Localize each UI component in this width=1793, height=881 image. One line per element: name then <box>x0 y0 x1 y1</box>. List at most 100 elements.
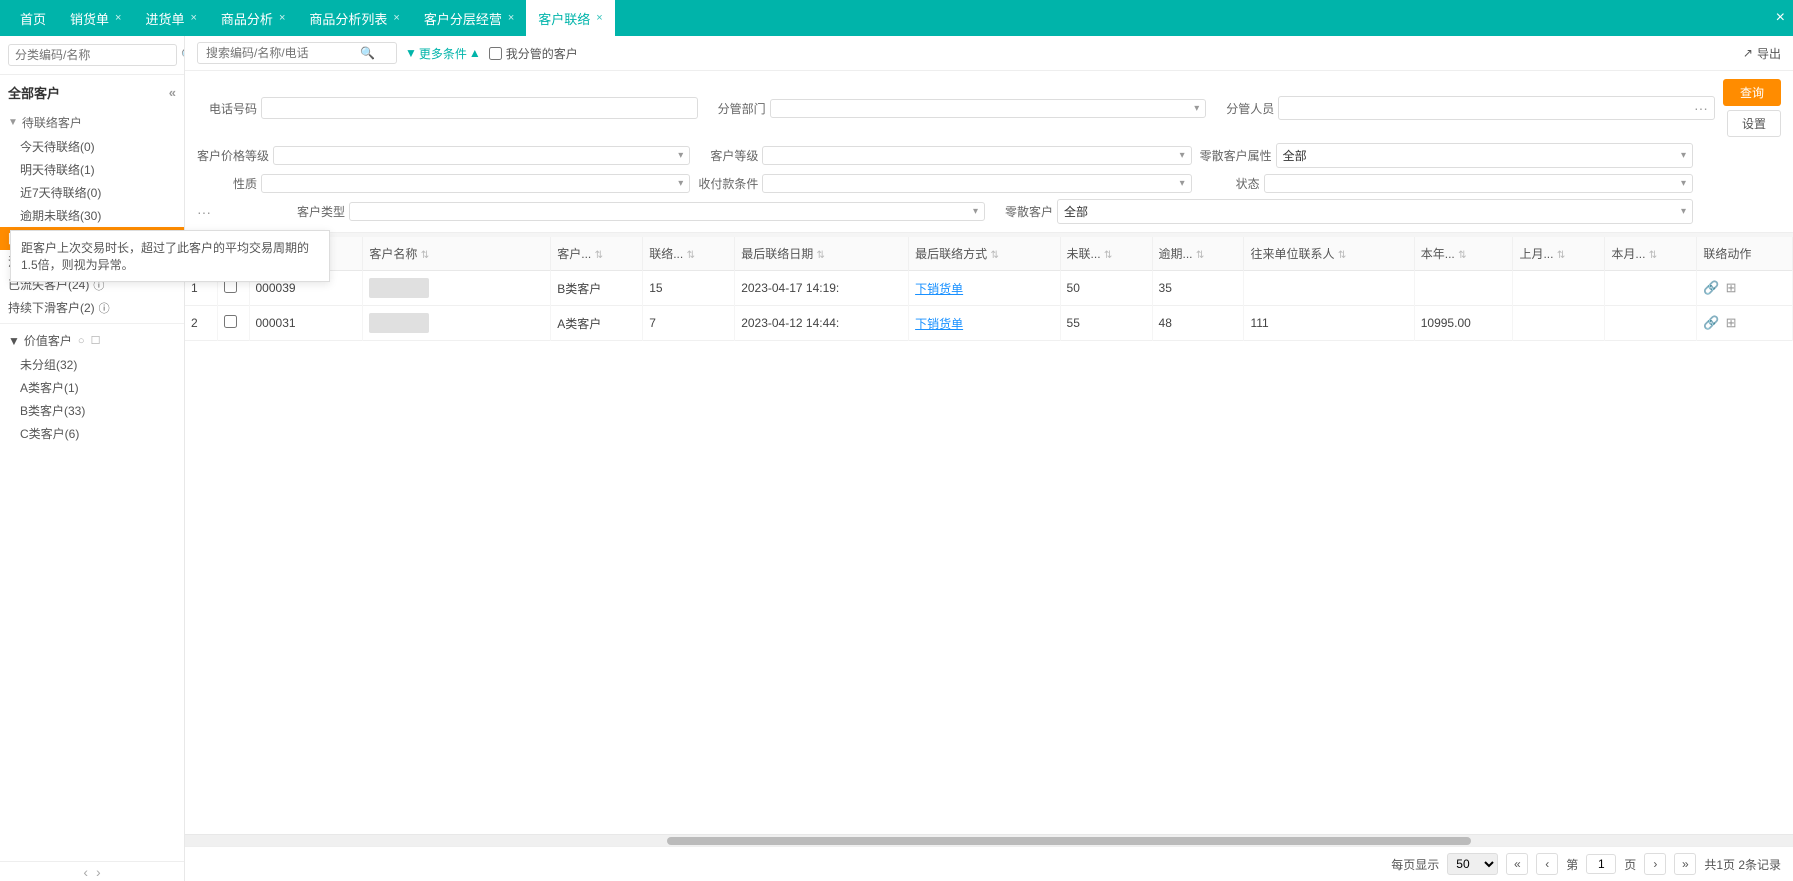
sidebar-item-declining[interactable]: 持续下滑客户(2) ⓘ <box>0 296 184 319</box>
th-this-year[interactable]: 本年... ⇅ <box>1414 237 1513 271</box>
sort-contact-icon: ⇅ <box>687 250 695 261</box>
td-name-2 <box>363 306 551 341</box>
close-segments-icon[interactable]: × <box>508 12 514 24</box>
page-number-input[interactable] <box>1586 854 1616 874</box>
row4-dots-icon[interactable]: ··· <box>197 204 211 220</box>
th-last-month[interactable]: 上月... ⇅ <box>1513 237 1605 271</box>
field-price-grade: 客户价格等级 ▾ <box>197 146 690 165</box>
th-contact2[interactable]: 往来单位联系人 ⇅ <box>1244 237 1414 271</box>
person-select[interactable]: ··· <box>1278 96 1715 120</box>
th-uncontact[interactable]: 未联... ⇅ <box>1060 237 1152 271</box>
more-conditions-btn[interactable]: ▼ 更多条件 ▲ <box>405 45 481 62</box>
first-page-btn[interactable]: « <box>1506 853 1528 875</box>
nature-select[interactable]: ▾ <box>261 174 690 193</box>
nav-home[interactable]: 首页 <box>8 0 58 36</box>
status-chevron-icon: ▾ <box>1681 178 1686 189</box>
retail-attr-chevron-icon: ▾ <box>1681 150 1686 161</box>
nav-product-list[interactable]: 商品分析列表 × <box>297 0 411 36</box>
sidebar-group-value[interactable]: ▼ 价值客户 ○ ☐ <box>0 328 184 353</box>
status-select[interactable]: ▾ <box>1264 174 1693 193</box>
sidebar-tree: ▼ 待联络客户 今天待联络(0) 明天待联络(1) 近7天待联络(0) 逾期未联… <box>0 106 184 861</box>
main-search-input[interactable] <box>206 46 356 60</box>
action-link-2-icon[interactable]: 🔗 <box>1703 315 1719 331</box>
th-contact[interactable]: 联络... ⇅ <box>643 237 735 271</box>
scrollbar-thumb[interactable] <box>667 837 1471 845</box>
export-button[interactable]: ↗ 导出 <box>1743 45 1781 62</box>
sidebar-left-icon[interactable]: ‹ <box>83 864 88 880</box>
settings-value-group-icon[interactable]: ☐ <box>91 334 101 347</box>
customer-grade-chevron-icon: ▾ <box>1180 150 1185 161</box>
action-grid-2-icon[interactable]: ⊞ <box>1726 315 1737 331</box>
nav-product-analysis[interactable]: 商品分析 × <box>209 0 297 36</box>
retail-customer-select[interactable]: 全部 ▾ <box>1057 199 1693 224</box>
sidebar-search-input[interactable] <box>8 44 177 66</box>
payment-select[interactable]: ▾ <box>762 174 1191 193</box>
per-page-select[interactable]: 20 50 100 <box>1447 853 1498 875</box>
sidebar-item-7days[interactable]: 近7天待联络(0) <box>0 181 184 204</box>
edit-value-group-icon[interactable]: ○ <box>78 335 85 347</box>
top-nav: 首页 销货单 × 进货单 × 商品分析 × 商品分析列表 × 客户分层经营 × … <box>0 0 1793 36</box>
th-this-month[interactable]: 本月... ⇅ <box>1605 237 1697 271</box>
nav-sales[interactable]: 销货单 × <box>58 0 133 36</box>
divider <box>0 323 184 324</box>
sidebar-item-classB[interactable]: B类客户(33) <box>0 399 184 422</box>
nav-customer-segments[interactable]: 客户分层经营 × <box>412 0 526 36</box>
total-pages-label: 页 <box>1624 856 1636 873</box>
th-overdue[interactable]: 逾期... ⇅ <box>1152 237 1244 271</box>
sidebar-root-label: 全部客户 <box>8 83 60 102</box>
nav-customer-contact[interactable]: 客户联络 × <box>526 0 614 36</box>
export-icon: ↗ <box>1743 46 1753 60</box>
close-contact-icon[interactable]: × <box>596 12 602 24</box>
sort-uncontact-icon: ⇅ <box>1104 250 1112 261</box>
customer-grade-select[interactable]: ▾ <box>762 146 1191 165</box>
field-nature: 性质 ▾ <box>197 174 690 193</box>
sidebar-item-classA[interactable]: A类客户(1) <box>0 376 184 399</box>
th-name[interactable]: 客户名称 ⇅ <box>363 237 551 271</box>
row2-checkbox[interactable] <box>224 315 237 328</box>
sidebar-item-classC[interactable]: C类客户(6) <box>0 422 184 445</box>
sidebar-item-ungroup[interactable]: 未分组(32) <box>0 353 184 376</box>
sort-name-icon: ⇅ <box>421 250 429 261</box>
sidebar-collapse-icon[interactable]: « <box>169 85 176 100</box>
close-all-icon[interactable]: × <box>1776 9 1785 27</box>
td-type-2: A类客户 <box>551 306 643 341</box>
sidebar-item-tomorrow[interactable]: 明天待联络(1) <box>0 158 184 181</box>
td-lastmethod-2[interactable]: 下销货单 <box>909 306 1060 341</box>
nav-purchase[interactable]: 进货单 × <box>133 0 208 36</box>
sidebar-item-overdue[interactable]: 逾期未联络(30) <box>0 204 184 227</box>
td-lastmethod-1[interactable]: 下销货单 <box>909 271 1060 306</box>
query-button[interactable]: 查询 <box>1723 79 1781 106</box>
retail-attr-select[interactable]: 全部 ▾ <box>1276 143 1693 168</box>
sort-type-icon: ⇅ <box>595 250 603 261</box>
main-search-icon[interactable]: 🔍 <box>360 46 375 60</box>
close-purchase-icon[interactable]: × <box>190 12 196 24</box>
th-last-method[interactable]: 最后联络方式 ⇅ <box>909 237 1060 271</box>
action-link-1-icon[interactable]: 🔗 <box>1703 280 1719 296</box>
next-page-btn[interactable]: › <box>1644 853 1666 875</box>
prev-page-btn[interactable]: ‹ <box>1536 853 1558 875</box>
sidebar-right-icon[interactable]: › <box>96 864 101 880</box>
td-uncontact-2: 55 <box>1060 306 1152 341</box>
close-product-analysis-icon[interactable]: × <box>279 12 285 24</box>
my-customers-checkbox-label[interactable]: 我分管的客户 <box>489 45 578 62</box>
person-dots-icon[interactable]: ··· <box>1694 100 1708 116</box>
sidebar-item-today[interactable]: 今天待联络(0) <box>0 135 184 158</box>
last-page-btn[interactable]: » <box>1674 853 1696 875</box>
price-grade-select[interactable]: ▾ <box>273 146 690 165</box>
settings-button[interactable]: 设置 <box>1727 110 1781 137</box>
sidebar-group-pending[interactable]: ▼ 待联络客户 <box>0 110 184 135</box>
action-grid-1-icon[interactable]: ⊞ <box>1726 280 1737 296</box>
th-type[interactable]: 客户... ⇅ <box>551 237 643 271</box>
customer-type-select[interactable]: ▾ <box>349 202 985 221</box>
th-last-date[interactable]: 最后联络日期 ⇅ <box>735 237 909 271</box>
data-table: ⚙ 客户编码 ⇅ 客户名称 ⇅ <box>185 237 1793 341</box>
close-sales-icon[interactable]: × <box>115 12 121 24</box>
phone-input[interactable] <box>261 97 698 119</box>
sort-thisyear-icon: ⇅ <box>1458 250 1466 261</box>
close-product-list-icon[interactable]: × <box>393 12 399 24</box>
horizontal-scrollbar[interactable] <box>185 834 1793 846</box>
my-customers-checkbox[interactable] <box>489 47 502 60</box>
td-contact-1: 15 <box>643 271 735 306</box>
name-blur-1 <box>369 278 429 298</box>
dept-select[interactable]: ▾ <box>770 99 1207 118</box>
